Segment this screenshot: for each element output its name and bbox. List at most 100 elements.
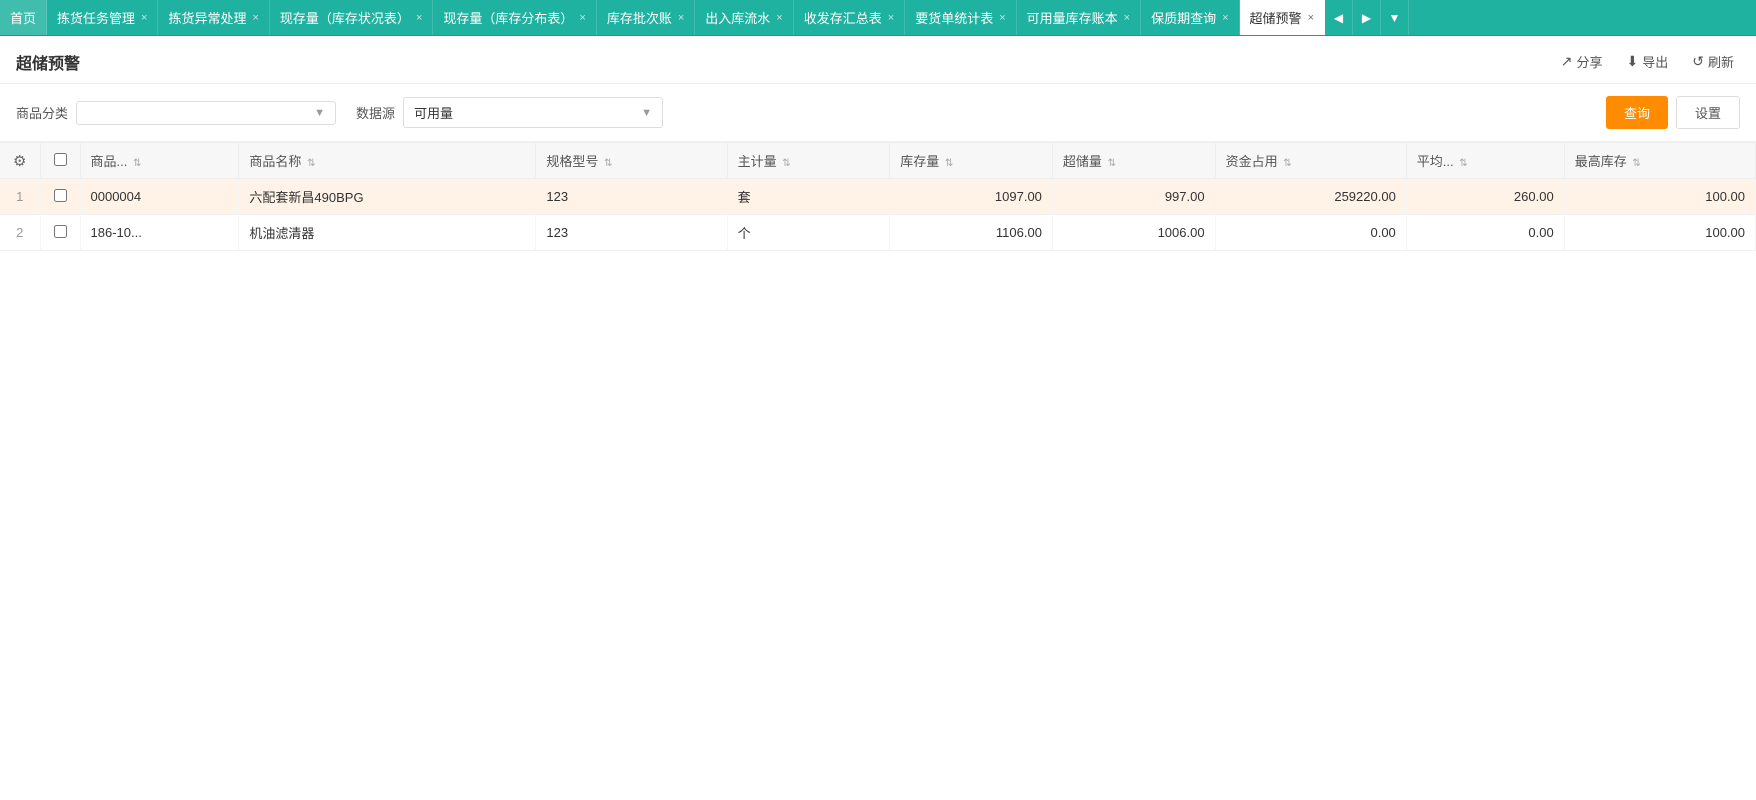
nav-item-overstock-warning[interactable]: 超储预警 × — [1240, 0, 1325, 36]
overstock-1: 997.00 — [1052, 179, 1215, 215]
close-tab-available-account[interactable]: × — [1124, 12, 1130, 24]
spec-2: 123 — [536, 215, 727, 251]
table-body: 1 0000004 六配套新昌490BPG 123 套 1097.00 997.… — [0, 179, 1756, 251]
nav-item-collect-summary[interactable]: 收发存汇总表 × — [794, 0, 905, 36]
max-stock-2: 100.00 — [1564, 215, 1755, 251]
category-select[interactable]: ▼ — [76, 101, 336, 125]
refresh-icon: ↺ — [1692, 53, 1704, 70]
avg-2: 0.00 — [1406, 215, 1564, 251]
filter-bar: 商品分类 ▼ 数据源 可用量 ▼ 查询 设置 — [0, 84, 1756, 142]
refresh-button[interactable]: ↺ 刷新 — [1686, 48, 1740, 75]
nav-item-task-mgmt[interactable]: 拣货任务管理 × — [47, 0, 158, 36]
max-stock-1: 100.00 — [1564, 179, 1755, 215]
nav-item-inventory-dist[interactable]: 现存量（库存分布表） × — [433, 0, 596, 36]
capital-occ-2: 0.00 — [1215, 215, 1406, 251]
table-header-row: ⚙ 商品... ⇅ 商品名称 ⇅ 规格型号 ⇅ — [0, 143, 1756, 179]
col-header-checkbox[interactable] — [40, 143, 80, 179]
product-name-2: 机油滤清器 — [239, 215, 536, 251]
col-header-avg[interactable]: 平均... ⇅ — [1406, 143, 1564, 179]
close-tab-inventory-status[interactable]: × — [416, 12, 422, 24]
col-header-product-name[interactable]: 商品名称 ⇅ — [239, 143, 536, 179]
close-tab-batch-account[interactable]: × — [678, 12, 684, 24]
filter-actions: 查询 设置 — [1606, 96, 1740, 129]
header-actions: ↗ 分享 ⬇ 导出 ↺ 刷新 — [1555, 48, 1740, 75]
col-header-settings[interactable]: ⚙ — [0, 143, 40, 179]
unit-2: 个 — [727, 215, 890, 251]
nav-item-home[interactable]: 首页 — [0, 0, 47, 36]
close-tab-abnormal[interactable]: × — [252, 12, 258, 24]
product-name-1: 六配套新昌490BPG — [239, 179, 536, 215]
product-code-1: 0000004 — [80, 179, 239, 215]
top-navigation: 首页 拣货任务管理 × 拣货异常处理 × 现存量（库存状况表） × 现存量（库存… — [0, 0, 1756, 36]
share-button[interactable]: ↗ 分享 — [1555, 48, 1609, 75]
nav-arrow-left[interactable]: ◀ — [1325, 0, 1353, 36]
category-filter-group: 商品分类 ▼ — [16, 101, 336, 125]
row-checkbox-2[interactable] — [40, 215, 80, 251]
sort-icon-avg: ⇅ — [1459, 158, 1467, 169]
capital-occ-1: 259220.00 — [1215, 179, 1406, 215]
page-title: 超储预警 — [16, 50, 80, 74]
close-tab-inout-flow[interactable]: × — [776, 12, 782, 24]
sort-icon-overstock: ⇅ — [1108, 158, 1116, 169]
row-num-2: 2 — [0, 215, 40, 251]
close-tab-order-stats[interactable]: × — [999, 12, 1005, 24]
row-check-2[interactable] — [54, 225, 67, 238]
close-tab-overstock-warning[interactable]: × — [1308, 12, 1314, 24]
spec-1: 123 — [536, 179, 727, 215]
col-header-stock[interactable]: 库存量 ⇅ — [890, 143, 1053, 179]
close-tab-inventory-dist[interactable]: × — [579, 12, 585, 24]
nav-item-expiry-query[interactable]: 保质期查询 × — [1141, 0, 1239, 36]
query-button[interactable]: 查询 — [1606, 96, 1668, 129]
row-checkbox-1[interactable] — [40, 179, 80, 215]
datasource-filter-group: 数据源 可用量 ▼ — [356, 97, 663, 128]
sort-icon-product-code: ⇅ — [133, 158, 141, 169]
col-header-product-code[interactable]: 商品... ⇅ — [80, 143, 239, 179]
avg-1: 260.00 — [1406, 179, 1564, 215]
select-all-checkbox[interactable] — [54, 153, 67, 166]
sort-icon-product-name: ⇅ — [307, 158, 315, 169]
settings-button[interactable]: 设置 — [1676, 96, 1740, 129]
sort-icon-spec: ⇅ — [604, 158, 612, 169]
export-button[interactable]: ⬇ 导出 — [1621, 48, 1675, 75]
table-row: 2 186-10... 机油滤清器 123 个 1106.00 1006.00 … — [0, 215, 1756, 251]
nav-item-available-account[interactable]: 可用量库存账本 × — [1017, 0, 1141, 36]
unit-1: 套 — [727, 179, 890, 215]
nav-item-inout-flow[interactable]: 出入库流水 × — [695, 0, 793, 36]
col-header-unit[interactable]: 主计量 ⇅ — [727, 143, 890, 179]
col-header-max-stock[interactable]: 最高库存 ⇅ — [1564, 143, 1755, 179]
stock-2: 1106.00 — [890, 215, 1053, 251]
close-tab-collect-summary[interactable]: × — [888, 12, 894, 24]
share-icon: ↗ — [1561, 53, 1573, 70]
close-tab-task-mgmt[interactable]: × — [141, 12, 147, 24]
nav-item-batch-account[interactable]: 库存批次账 × — [597, 0, 695, 36]
overstock-table: ⚙ 商品... ⇅ 商品名称 ⇅ 规格型号 ⇅ — [0, 142, 1756, 251]
row-check-1[interactable] — [54, 189, 67, 202]
settings-gear-icon[interactable]: ⚙ — [13, 153, 26, 170]
table-row: 1 0000004 六配套新昌490BPG 123 套 1097.00 997.… — [0, 179, 1756, 215]
nav-item-inventory-status[interactable]: 现存量（库存状况表） × — [270, 0, 433, 36]
datasource-select-value: 可用量 — [414, 103, 453, 122]
col-header-overstock[interactable]: 超储量 ⇅ — [1052, 143, 1215, 179]
page-header: 超储预警 ↗ 分享 ⬇ 导出 ↺ 刷新 — [0, 36, 1756, 84]
overstock-2: 1006.00 — [1052, 215, 1215, 251]
category-filter-label: 商品分类 — [16, 103, 68, 122]
export-icon: ⬇ — [1627, 53, 1639, 70]
sort-icon-max-stock: ⇅ — [1632, 158, 1640, 169]
col-header-capital-occ[interactable]: 资金占用 ⇅ — [1215, 143, 1406, 179]
nav-arrow-right[interactable]: ▶ — [1353, 0, 1381, 36]
sort-icon-unit: ⇅ — [782, 158, 790, 169]
data-table-container: ⚙ 商品... ⇅ 商品名称 ⇅ 规格型号 ⇅ — [0, 142, 1756, 251]
nav-item-abnormal[interactable]: 拣货异常处理 × — [158, 0, 269, 36]
sort-icon-stock: ⇅ — [945, 158, 953, 169]
close-tab-expiry-query[interactable]: × — [1222, 12, 1228, 24]
col-header-spec[interactable]: 规格型号 ⇅ — [536, 143, 727, 179]
nav-arrow-more[interactable]: ▼ — [1381, 0, 1409, 36]
datasource-filter-label: 数据源 — [356, 103, 395, 122]
stock-1: 1097.00 — [890, 179, 1053, 215]
datasource-select[interactable]: 可用量 ▼ — [403, 97, 663, 128]
main-content: 超储预警 ↗ 分享 ⬇ 导出 ↺ 刷新 商品分类 ▼ 数据源 — [0, 36, 1756, 800]
datasource-select-arrow: ▼ — [641, 107, 652, 119]
nav-item-order-stats[interactable]: 要货单统计表 × — [905, 0, 1016, 36]
row-num-1: 1 — [0, 179, 40, 215]
product-code-2: 186-10... — [80, 215, 239, 251]
